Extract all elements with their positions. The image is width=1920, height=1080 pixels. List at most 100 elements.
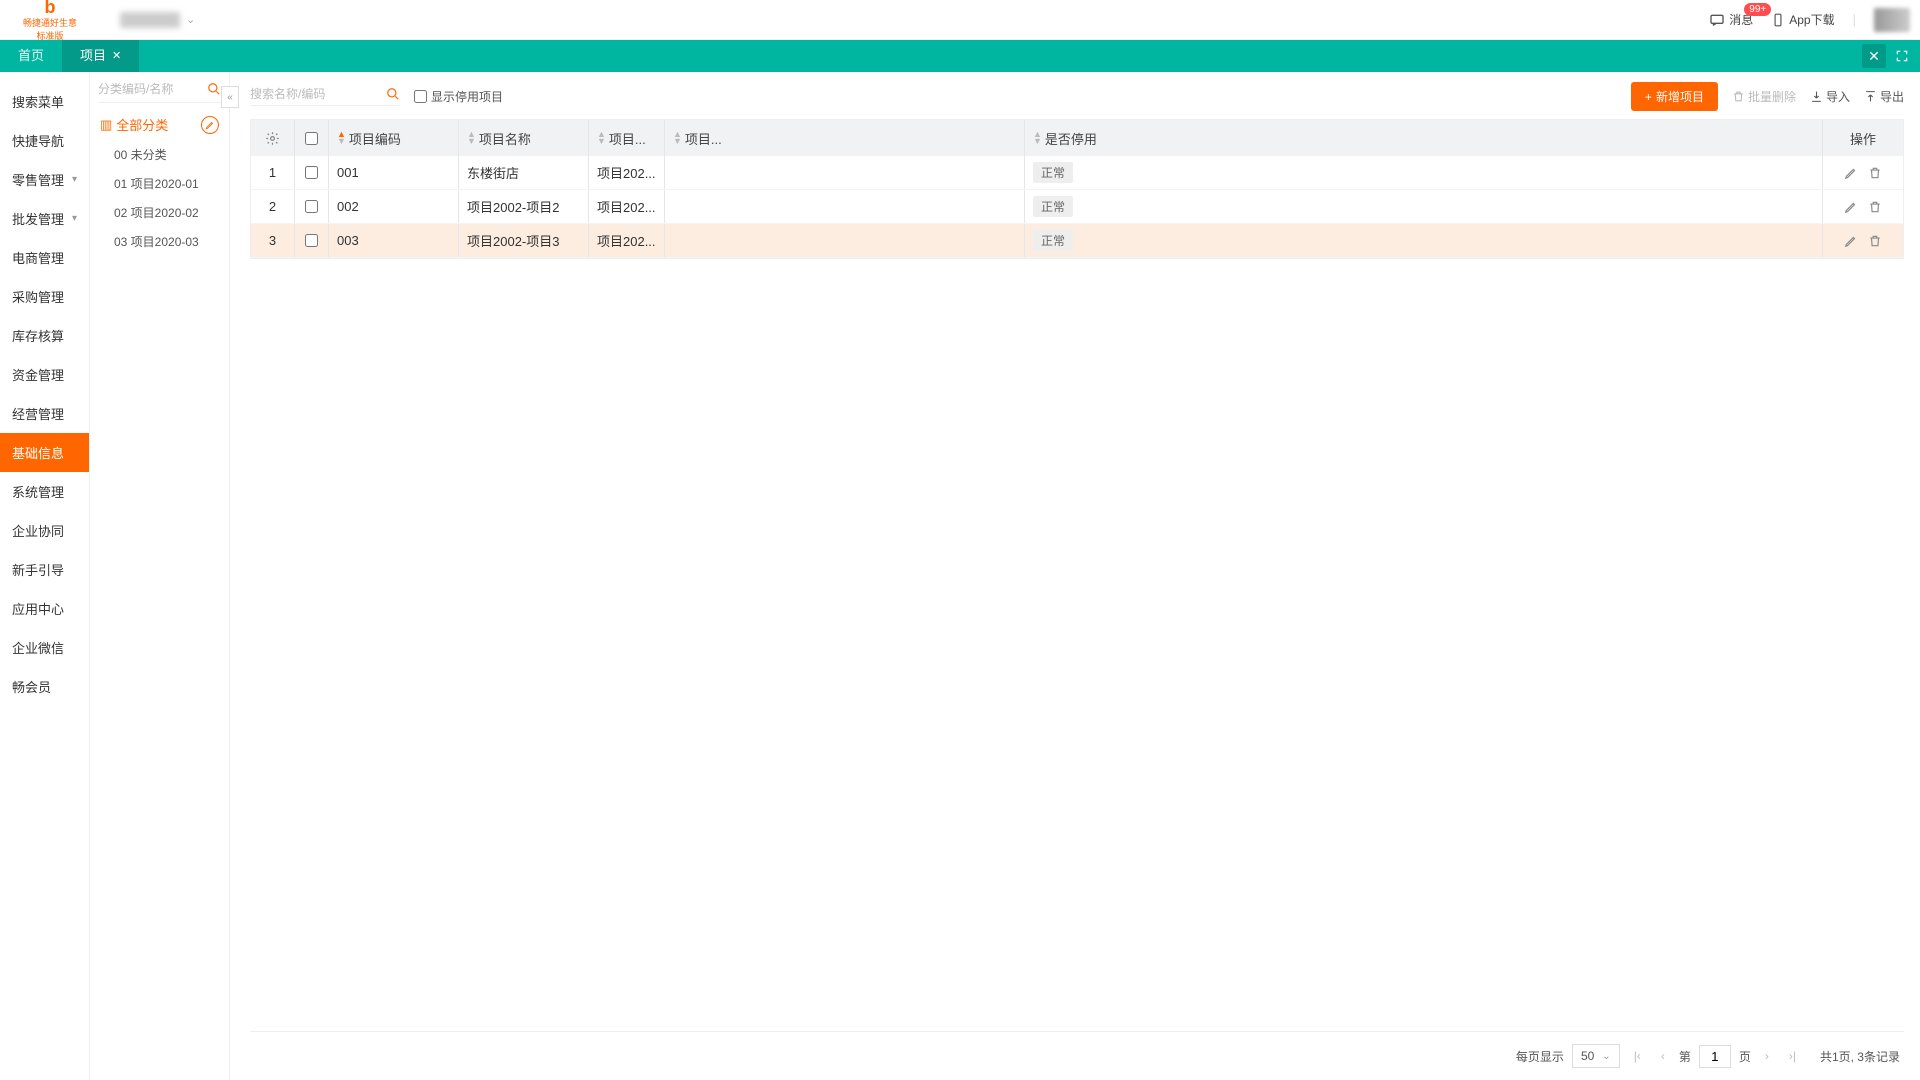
edit-category-icon[interactable]	[201, 116, 219, 134]
sidebar-item-purchase[interactable]: 采购管理	[0, 277, 89, 316]
col-header-action: 操作	[1823, 120, 1903, 156]
sidebar-item-guide[interactable]: 新手引导	[0, 550, 89, 589]
collapse-panel-button[interactable]: «	[221, 86, 239, 108]
sidebar-item-funds[interactable]: 资金管理	[0, 355, 89, 394]
sidebar-item-system[interactable]: 系统管理	[0, 472, 89, 511]
category-item[interactable]: 02 项目2020-02	[110, 198, 221, 227]
sidebar-item-wholesale[interactable]: 批发管理▾	[0, 199, 89, 238]
cell-category: 项目202...	[589, 190, 665, 223]
edit-row-button[interactable]	[1844, 200, 1858, 214]
message-icon	[1709, 12, 1725, 28]
export-icon	[1864, 90, 1877, 103]
search-input[interactable]	[250, 87, 386, 101]
page-summary: 共1页, 3条记录	[1820, 1048, 1900, 1065]
category-item[interactable]: 01 项目2020-01	[110, 169, 221, 198]
search-icon[interactable]	[386, 87, 400, 101]
col-header-type[interactable]: ▲▼项目...	[665, 120, 1025, 156]
edit-row-button[interactable]	[1844, 166, 1858, 180]
export-button[interactable]: 导出	[1864, 88, 1904, 105]
row-checkbox[interactable]	[295, 190, 329, 223]
row-index: 1	[251, 156, 295, 189]
sidebar-item-wechat[interactable]: 企业微信	[0, 628, 89, 667]
cell-type	[665, 190, 1025, 223]
phone-icon	[1771, 13, 1785, 27]
col-header-code[interactable]: ▲▼项目编码	[329, 120, 459, 156]
cell-actions	[1823, 224, 1903, 257]
table-settings-button[interactable]	[251, 120, 295, 156]
delete-row-button[interactable]	[1868, 200, 1882, 214]
cell-code: 003	[329, 224, 459, 257]
cell-type	[665, 156, 1025, 189]
sidebar-item-basicinfo[interactable]: 基础信息	[0, 433, 89, 472]
col-header-name[interactable]: ▲▼项目名称	[459, 120, 589, 156]
cell-actions	[1823, 156, 1903, 189]
company-selector[interactable]: ⌄	[120, 12, 195, 28]
tabbar: 首页 项目 ✕ ✕	[0, 40, 1920, 72]
import-icon	[1810, 90, 1823, 103]
sidebar-item-ecommerce[interactable]: 电商管理	[0, 238, 89, 277]
category-all[interactable]: ▥ 全部分类	[98, 109, 221, 140]
page-first-button[interactable]: |‹	[1628, 1047, 1647, 1065]
cell-category: 项目202...	[589, 224, 665, 257]
page-last-button[interactable]: ›|	[1783, 1047, 1802, 1065]
row-checkbox[interactable]	[295, 156, 329, 189]
category-item[interactable]: 00 未分类	[110, 140, 221, 169]
user-avatar[interactable]	[1874, 8, 1910, 32]
category-search-input[interactable]	[98, 82, 207, 96]
table-row[interactable]: 3003项目2002-项目3项目202...正常	[251, 224, 1903, 258]
row-index: 2	[251, 190, 295, 223]
cell-name: 项目2002-项目3	[459, 224, 589, 257]
sidebar-item-retail[interactable]: 零售管理▾	[0, 160, 89, 199]
messages-badge: 99+	[1744, 3, 1771, 16]
delete-row-button[interactable]	[1868, 166, 1882, 180]
col-header-category[interactable]: ▲▼项目...	[589, 120, 665, 156]
app-download-button[interactable]: App下载	[1771, 11, 1834, 28]
tab-close-all-button[interactable]: ✕	[1862, 44, 1886, 68]
cell-status: 正常	[1025, 190, 1823, 223]
sidebar-item-search[interactable]: 搜索菜单	[0, 82, 89, 121]
plus-icon: +	[1645, 90, 1652, 104]
row-checkbox[interactable]	[295, 224, 329, 257]
sidebar-item-quicknav[interactable]: 快捷导航	[0, 121, 89, 160]
table-row[interactable]: 1001东楼街店项目202...正常	[251, 156, 1903, 190]
sidebar-item-enterprise[interactable]: 企业协同	[0, 511, 89, 550]
page-next-button[interactable]: ›	[1759, 1047, 1775, 1065]
pagination: 每页显示 50 ⌄ |‹ ‹ 第 页 › ›| 共1页, 3条记录	[250, 1031, 1904, 1080]
cell-type	[665, 224, 1025, 257]
logo: b 畅捷通好生意 标准版	[10, 0, 90, 42]
close-icon[interactable]: ✕	[112, 40, 121, 72]
cell-code: 001	[329, 156, 459, 189]
sidebar-item-appcenter[interactable]: 应用中心	[0, 589, 89, 628]
row-index: 3	[251, 224, 295, 257]
per-page-select[interactable]: 50 ⌄	[1572, 1044, 1620, 1068]
edit-row-button[interactable]	[1844, 234, 1858, 248]
fullscreen-button[interactable]	[1890, 44, 1914, 68]
import-button[interactable]: 导入	[1810, 88, 1850, 105]
cell-code: 002	[329, 190, 459, 223]
page-input[interactable]	[1699, 1045, 1731, 1068]
project-table: ▲▼项目编码 ▲▼项目名称 ▲▼项目... ▲▼项目... ▲▼是否停用 操作 …	[250, 119, 1904, 259]
tab-project[interactable]: 项目 ✕	[62, 40, 139, 72]
tab-home[interactable]: 首页	[0, 40, 62, 72]
batch-delete-button[interactable]: 批量删除	[1732, 88, 1796, 105]
sidebar-item-business[interactable]: 经营管理	[0, 394, 89, 433]
cell-name: 项目2002-项目2	[459, 190, 589, 223]
add-project-button[interactable]: + 新增项目	[1631, 82, 1718, 111]
select-all-checkbox[interactable]	[295, 120, 329, 156]
table-row[interactable]: 2 002项目2002-项目2项目202... 正常	[251, 190, 1903, 224]
sidebar: 搜索菜单 快捷导航 零售管理▾ 批发管理▾ 电商管理 采购管理 库存核算 资金管…	[0, 72, 90, 1080]
messages-button[interactable]: 消息 99+	[1709, 11, 1753, 28]
show-disabled-checkbox[interactable]: 显示停用项目	[414, 88, 503, 105]
delete-row-button[interactable]	[1868, 234, 1882, 248]
per-page-label: 每页显示	[1516, 1048, 1564, 1065]
col-header-status[interactable]: ▲▼是否停用	[1025, 120, 1823, 156]
sidebar-item-inventory[interactable]: 库存核算	[0, 316, 89, 355]
page-prev-button[interactable]: ‹	[1655, 1047, 1671, 1065]
cell-category: 项目202...	[589, 156, 665, 189]
cell-name: 东楼街店	[459, 156, 589, 189]
search-icon[interactable]	[207, 82, 221, 96]
category-item[interactable]: 03 项目2020-03	[110, 227, 221, 256]
caret-icon: ▾	[72, 213, 77, 224]
gear-icon	[265, 131, 280, 146]
sidebar-item-member[interactable]: 畅会员	[0, 667, 89, 706]
